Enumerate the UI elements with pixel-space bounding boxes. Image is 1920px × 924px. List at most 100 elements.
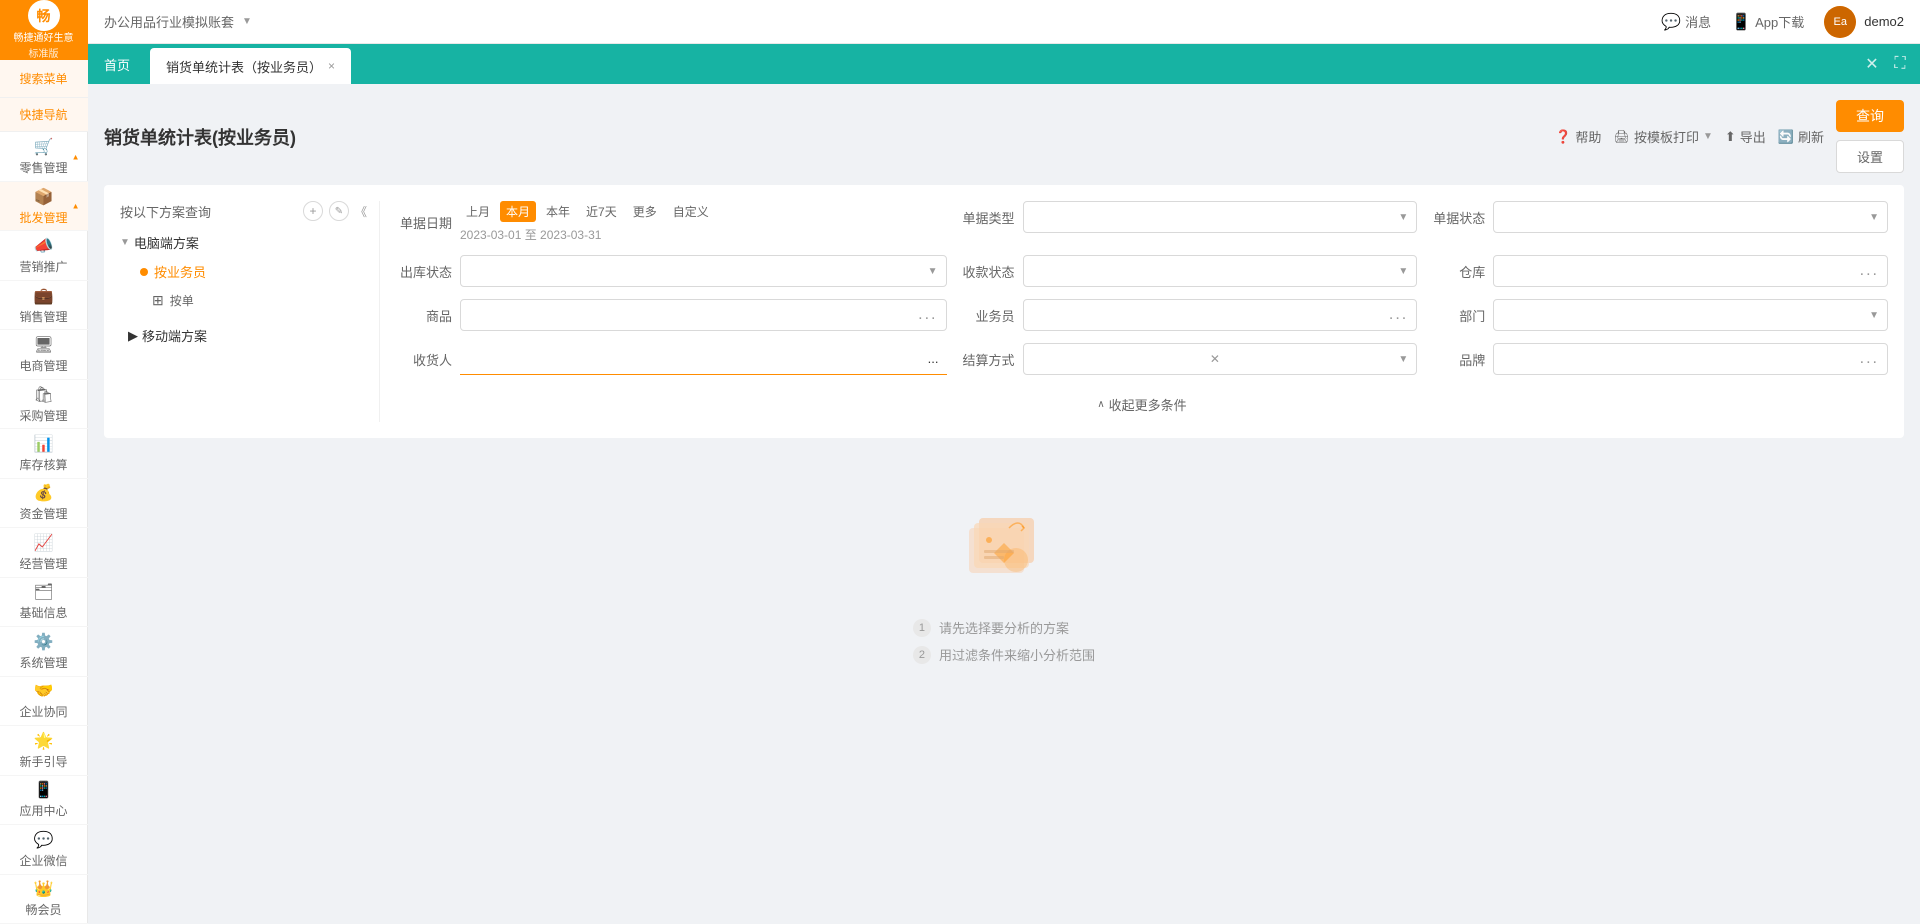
mobile-group-arrow: ▶ [128, 328, 138, 344]
tab-bar: 首页 销货单统计表（按业务员） × ✕ ⛶ [88, 44, 1920, 84]
quick-nav-btn[interactable]: 快捷导航 [0, 98, 88, 132]
settings-button[interactable]: 设置 [1836, 140, 1904, 173]
product-dots: ... [918, 306, 937, 324]
desktop-scheme-group: ▼ 电脑端方案 按业务员 ⊞ 按单 [120, 229, 367, 314]
date-range-display: 2023-03-01 至 2023-03-31 [460, 226, 947, 243]
sidebar-item-operations[interactable]: 📈 经营管理 [0, 528, 88, 577]
breadcrumb-arrow[interactable]: ▼ [242, 16, 252, 27]
enterprise-icon: 🤝 [34, 681, 54, 701]
sidebar-item-label: 采购管理 [19, 407, 67, 424]
product-label: 商品 [396, 306, 452, 325]
sidebar-item-marketing[interactable]: 📣 营销推广 [0, 231, 88, 280]
settlement-arrow: ▼ [1398, 354, 1408, 365]
doc-status-select[interactable]: ▼ [1493, 201, 1888, 233]
sidebar-item-inventory[interactable]: 📊 库存核算 [0, 429, 88, 478]
date-field: 单据日期 上月 本月 本年 近7天 更多 自定义 20 [396, 201, 947, 243]
doc-type-select[interactable]: ▼ [1023, 201, 1418, 233]
warehouse-dots: ... [1860, 262, 1879, 280]
desktop-group-header[interactable]: ▼ 电脑端方案 [120, 229, 367, 256]
sidebar-item-label: 库存核算 [19, 456, 67, 473]
retail-icon: 🛒 [34, 137, 54, 157]
message-icon: 💬 [1661, 12, 1681, 32]
date-tag-more[interactable]: 更多 [627, 201, 663, 222]
sidebar-item-finance[interactable]: 💰 资金管理 [0, 479, 88, 528]
active-scheme-label: 按业务员 [154, 262, 206, 281]
sidebar-item-enterprise[interactable]: 🤝 企业协同 [0, 677, 88, 726]
scheme-item-salesperson[interactable]: 按业务员 [120, 256, 367, 287]
help-btn[interactable]: ❓ 帮助 [1555, 127, 1601, 146]
tab-close-window-btn[interactable]: ✕ [1860, 52, 1884, 76]
sidebar-item-label: 应用中心 [19, 802, 67, 819]
filter-row-2: 出库状态 ▼ 收款状态 ▼ [396, 255, 1888, 287]
brand-select[interactable]: ... [1493, 343, 1888, 375]
out-status-select[interactable]: ▼ [460, 255, 947, 287]
filter-row-3: 商品 ... 业务员 ... [396, 299, 1888, 331]
payment-status-select[interactable]: ▼ [1023, 255, 1418, 287]
app-download-label: App下载 [1755, 12, 1804, 31]
date-tag-custom[interactable]: 自定义 [667, 201, 715, 222]
query-button[interactable]: 查询 [1836, 100, 1904, 132]
marketing-icon: 📣 [34, 236, 54, 256]
scheme-sub-item-order[interactable]: ⊞ 按单 [120, 287, 367, 314]
date-tag-this-month[interactable]: 本月 [500, 201, 536, 222]
doc-type-arrow: ▼ [1398, 212, 1408, 223]
date-tag-this-year[interactable]: 本年 [540, 201, 576, 222]
page-actions: ❓ 帮助 🖨 按模板打印 ▼ ⬆ 导出 🔄 刷新 [1555, 100, 1904, 173]
mobile-scheme-group: ▶ 移动端方案 [120, 322, 367, 349]
appcenter-icon: 📱 [34, 780, 54, 800]
tab-fullscreen-btn[interactable]: ⛶ [1888, 52, 1912, 76]
scheme-edit-btn[interactable]: ✎ [329, 201, 349, 221]
print-btn[interactable]: 🖨 按模板打印 ▼ [1613, 127, 1712, 146]
scheme-add-btn[interactable]: + [303, 201, 323, 221]
receiver-input[interactable]: ... [460, 343, 947, 375]
scheme-collapse-btn[interactable]: 《 [355, 203, 367, 220]
tab-close-btn[interactable]: × [328, 59, 335, 73]
username-label[interactable]: demo2 [1864, 14, 1904, 29]
basic-icon: 🗂 [33, 582, 53, 602]
message-btn[interactable]: 💬 消息 [1661, 12, 1711, 32]
app-sublabel: 标准版 [29, 45, 59, 60]
refresh-btn[interactable]: 🔄 刷新 [1778, 127, 1824, 146]
sidebar-item-wholesale[interactable]: 📦 批发管理 [0, 182, 88, 231]
collapse-button[interactable]: ∧ 收起更多条件 [396, 387, 1888, 422]
tab-home-label: 首页 [104, 55, 130, 74]
sidebar-item-retail[interactable]: 🛒 零售管理 [0, 132, 88, 181]
settlement-clear-btn[interactable]: ✕ [1210, 352, 1220, 366]
breadcrumb-text: 办公用品行业模拟账套 [104, 12, 234, 31]
export-btn[interactable]: ⬆ 导出 [1725, 127, 1766, 146]
active-scheme-dot [140, 268, 148, 276]
department-select[interactable]: ▼ [1493, 299, 1888, 331]
tab-home[interactable]: 首页 [88, 44, 146, 84]
sidebar-item-sales[interactable]: 💼 销售管理 [0, 281, 88, 330]
date-wrapper: 上月 本月 本年 近7天 更多 自定义 2023-03-01 至 2023-03… [460, 201, 947, 243]
sidebar-item-system[interactable]: ⚙️ 系统管理 [0, 627, 88, 676]
sidebar-item-newbie[interactable]: 🌟 新手引导 [0, 726, 88, 775]
sidebar-item-purchase[interactable]: 🛍 采购管理 [0, 380, 88, 429]
logo-icon: 畅 [28, 0, 60, 31]
date-tag-last-month[interactable]: 上月 [460, 201, 496, 222]
date-tag-7days[interactable]: 近7天 [580, 201, 623, 222]
query-set-group: 查询 设置 [1836, 100, 1904, 173]
sidebar-item-corpwechat[interactable]: 💬 企业微信 [0, 825, 88, 874]
settlement-select[interactable]: ✕ ▼ [1023, 343, 1418, 375]
sidebar-item-basic[interactable]: 🗂 基础信息 [0, 578, 88, 627]
sidebar-item-appcenter[interactable]: 📱 应用中心 [0, 776, 88, 825]
sidebar: 畅 畅捷通好生意 标准版 搜索菜单 快捷导航 🛒 零售管理 📦 批发管理 📣 营… [0, 0, 88, 924]
mobile-group-header[interactable]: ▶ 移动端方案 [120, 322, 367, 349]
newbie-icon: 🌟 [34, 731, 54, 751]
sidebar-item-ecommerce[interactable]: 🖥 电商管理 [0, 330, 88, 379]
sidebar-item-label: 经营管理 [19, 555, 67, 572]
tab-sales-stat[interactable]: 销货单统计表（按业务员） × [150, 48, 351, 84]
filter-row-4: 收货人 ... 结算方式 ✕ ▼ [396, 343, 1888, 375]
product-select[interactable]: ... [460, 299, 947, 331]
sidebar-item-label: 企业协同 [19, 703, 67, 720]
date-label: 单据日期 [396, 213, 452, 232]
empty-tip-2: 2 用过滤条件来缩小分析范围 [913, 645, 1095, 664]
salesperson-select[interactable]: ... [1023, 299, 1418, 331]
search-menu-btn[interactable]: 搜索菜单 [0, 60, 88, 98]
inventory-icon: 📊 [34, 434, 54, 454]
sidebar-item-member[interactable]: 👑 畅会员 [0, 875, 88, 924]
corpwechat-icon: 💬 [34, 830, 54, 850]
app-download-btn[interactable]: 📱 App下载 [1731, 12, 1804, 32]
warehouse-select[interactable]: ... [1493, 255, 1888, 287]
